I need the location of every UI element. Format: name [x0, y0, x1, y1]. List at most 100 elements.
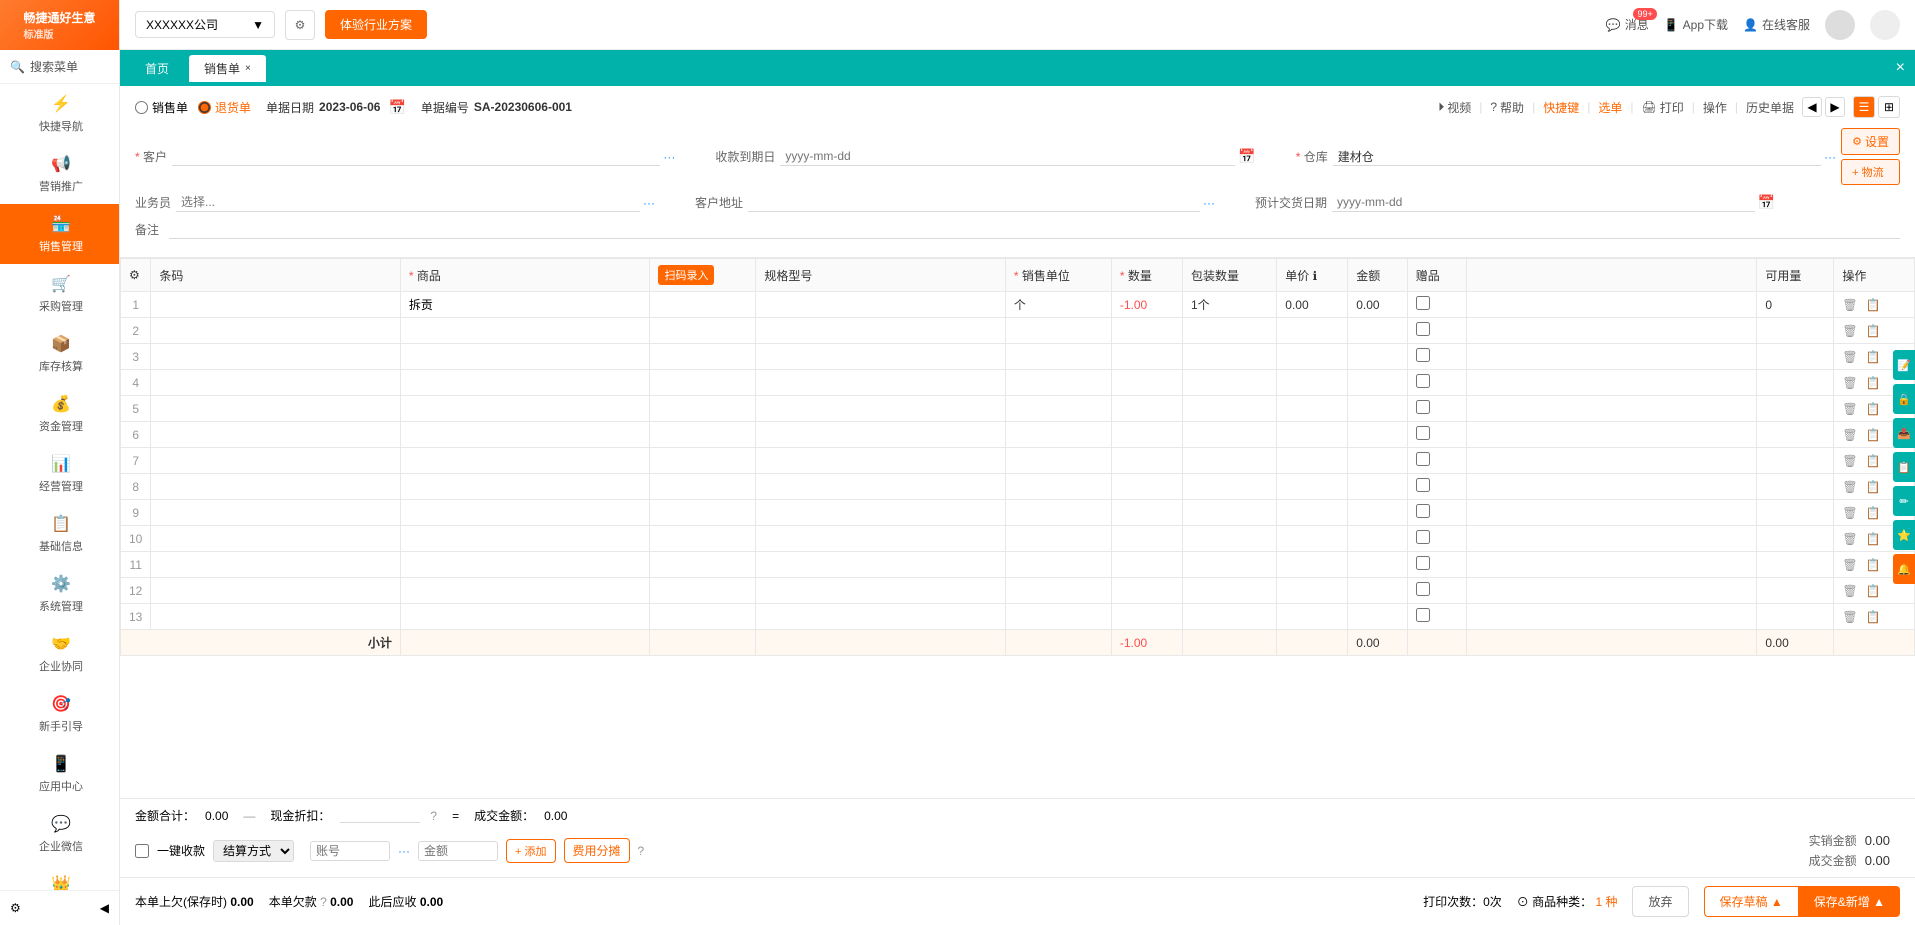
row-copy-icon[interactable]: 📋 [1866, 532, 1881, 546]
salesman-input[interactable] [176, 193, 640, 212]
product-input[interactable] [409, 297, 642, 311]
app-download[interactable]: 📱 App下载 [1664, 16, 1728, 33]
rpb-3[interactable]: 📤 [1893, 418, 1915, 448]
sidebar-item-purchase[interactable]: 🛒采购管理 [0, 264, 119, 324]
row-product[interactable] [400, 526, 650, 552]
expected-date-input[interactable] [1332, 193, 1755, 212]
row-product[interactable] [400, 448, 650, 474]
row-barcode[interactable] [151, 578, 401, 604]
salesman-ellipsis[interactable]: ··· [643, 196, 655, 210]
row-delete-icon[interactable]: 🗑 [1842, 558, 1857, 572]
barcode-input[interactable] [159, 480, 392, 494]
message-icon[interactable]: 💬 消息 99+ [1606, 16, 1649, 33]
radio-return-input[interactable] [198, 101, 211, 114]
save-draft-button[interactable]: 保存草稿 ▲ [1704, 886, 1799, 917]
tab-close-all-icon[interactable]: × [1896, 59, 1905, 76]
spec-input[interactable] [764, 480, 997, 494]
row-copy-icon[interactable]: 📋 [1866, 376, 1881, 390]
due-date-calendar-icon[interactable]: 📅 [1238, 148, 1255, 165]
customer-ellipsis[interactable]: ··· [663, 150, 675, 164]
customer-input[interactable] [172, 147, 660, 166]
row-spec[interactable] [756, 604, 1006, 630]
product-input[interactable] [409, 350, 642, 364]
scan-button[interactable]: 扫码录入 [658, 265, 714, 285]
row-delete-icon[interactable]: 🗑 [1842, 350, 1857, 364]
rpb-2[interactable]: 🔒 [1893, 384, 1915, 414]
row-barcode[interactable] [151, 552, 401, 578]
row-quantity[interactable] [1111, 318, 1182, 344]
radio-return[interactable]: 退货单 [198, 99, 251, 116]
row-copy-icon[interactable]: 📋 [1866, 324, 1881, 338]
row-copy-icon[interactable]: 📋 [1866, 506, 1881, 520]
spec-input[interactable] [764, 428, 997, 442]
barcode-input[interactable] [159, 402, 392, 416]
sidebar-item-sales[interactable]: 🏪销售管理 [0, 204, 119, 264]
save-new-button[interactable]: 保存&新增 ▲ [1799, 886, 1900, 917]
gift-checkbox[interactable] [1416, 426, 1430, 440]
row-copy-icon[interactable]: 📋 [1866, 610, 1881, 624]
product-input[interactable] [409, 480, 642, 494]
row-product[interactable] [400, 396, 650, 422]
one-click-pay-checkbox[interactable] [135, 844, 149, 858]
due-date-input[interactable] [780, 147, 1235, 166]
product-input[interactable] [409, 428, 642, 442]
warehouse-input[interactable] [1333, 147, 1821, 166]
row-quantity[interactable] [1111, 578, 1182, 604]
account-input[interactable] [310, 841, 390, 861]
spec-input[interactable] [764, 376, 997, 390]
product-input[interactable] [409, 532, 642, 546]
product-input[interactable] [409, 506, 642, 520]
gift-checkbox[interactable] [1416, 608, 1430, 622]
row-barcode[interactable] [151, 474, 401, 500]
discount-input[interactable] [340, 808, 420, 823]
sidebar-item-operation[interactable]: 📊经营管理 [0, 444, 119, 504]
video-btn[interactable]: ⏵ 视频 [1438, 99, 1471, 116]
sidebar-item-basic[interactable]: 📋基础信息 [0, 504, 119, 564]
spec-input[interactable] [764, 610, 997, 624]
row-spec[interactable] [756, 344, 1006, 370]
barcode-input[interactable] [159, 558, 392, 572]
row-delete-icon[interactable]: 🗑 [1842, 480, 1857, 494]
expected-date-calendar-icon[interactable]: 📅 [1758, 194, 1775, 211]
trial-button[interactable]: 体验行业方案 [325, 10, 427, 39]
amount-input[interactable] [418, 841, 498, 861]
row-product[interactable] [400, 344, 650, 370]
product-input[interactable] [409, 558, 642, 572]
gift-checkbox[interactable] [1416, 478, 1430, 492]
product-input[interactable] [409, 376, 642, 390]
remark-input[interactable] [169, 220, 1900, 239]
row-spec[interactable] [756, 500, 1006, 526]
spec-input[interactable] [764, 402, 997, 416]
sidebar-item-quick-nav[interactable]: ⚡快捷导航 [0, 84, 119, 144]
row-spec[interactable] [756, 552, 1006, 578]
row-product[interactable] [400, 370, 650, 396]
list-view-icon[interactable]: ☰ [1853, 96, 1875, 118]
spec-input[interactable] [764, 532, 997, 546]
spec-input[interactable] [764, 584, 997, 598]
row-quantity[interactable] [1111, 448, 1182, 474]
rpb-5[interactable]: ✏ [1893, 486, 1915, 516]
gift-checkbox[interactable] [1416, 504, 1430, 518]
gift-checkbox[interactable] [1416, 400, 1430, 414]
abandon-button[interactable]: 放弃 [1632, 886, 1688, 917]
search-menu[interactable]: 🔍 搜索菜单 [0, 50, 119, 84]
spec-input[interactable] [764, 454, 997, 468]
row-quantity[interactable] [1111, 474, 1182, 500]
row-quantity[interactable]: -1.00 [1111, 292, 1182, 318]
row-spec[interactable] [756, 526, 1006, 552]
account-ellipsis[interactable]: ··· [398, 844, 410, 858]
avatar2[interactable] [1870, 10, 1900, 40]
row-delete-icon[interactable]: 🗑 [1842, 584, 1857, 598]
barcode-input[interactable] [159, 298, 392, 312]
row-copy-icon[interactable]: 📋 [1866, 480, 1881, 494]
sidebar-item-inventory[interactable]: 📦库存核算 [0, 324, 119, 384]
row-barcode[interactable] [151, 292, 401, 318]
tab-sales[interactable]: 销售单 × [189, 55, 266, 82]
row-spec[interactable] [756, 448, 1006, 474]
row-copy-icon[interactable]: 📋 [1866, 298, 1881, 312]
customer-addr-input[interactable] [748, 193, 1200, 212]
rpb-7[interactable]: 🔔 [1893, 554, 1915, 584]
sidebar-item-finance[interactable]: 💰资金管理 [0, 384, 119, 444]
barcode-input[interactable] [159, 324, 392, 338]
warehouse-ellipsis[interactable]: ··· [1824, 150, 1836, 164]
